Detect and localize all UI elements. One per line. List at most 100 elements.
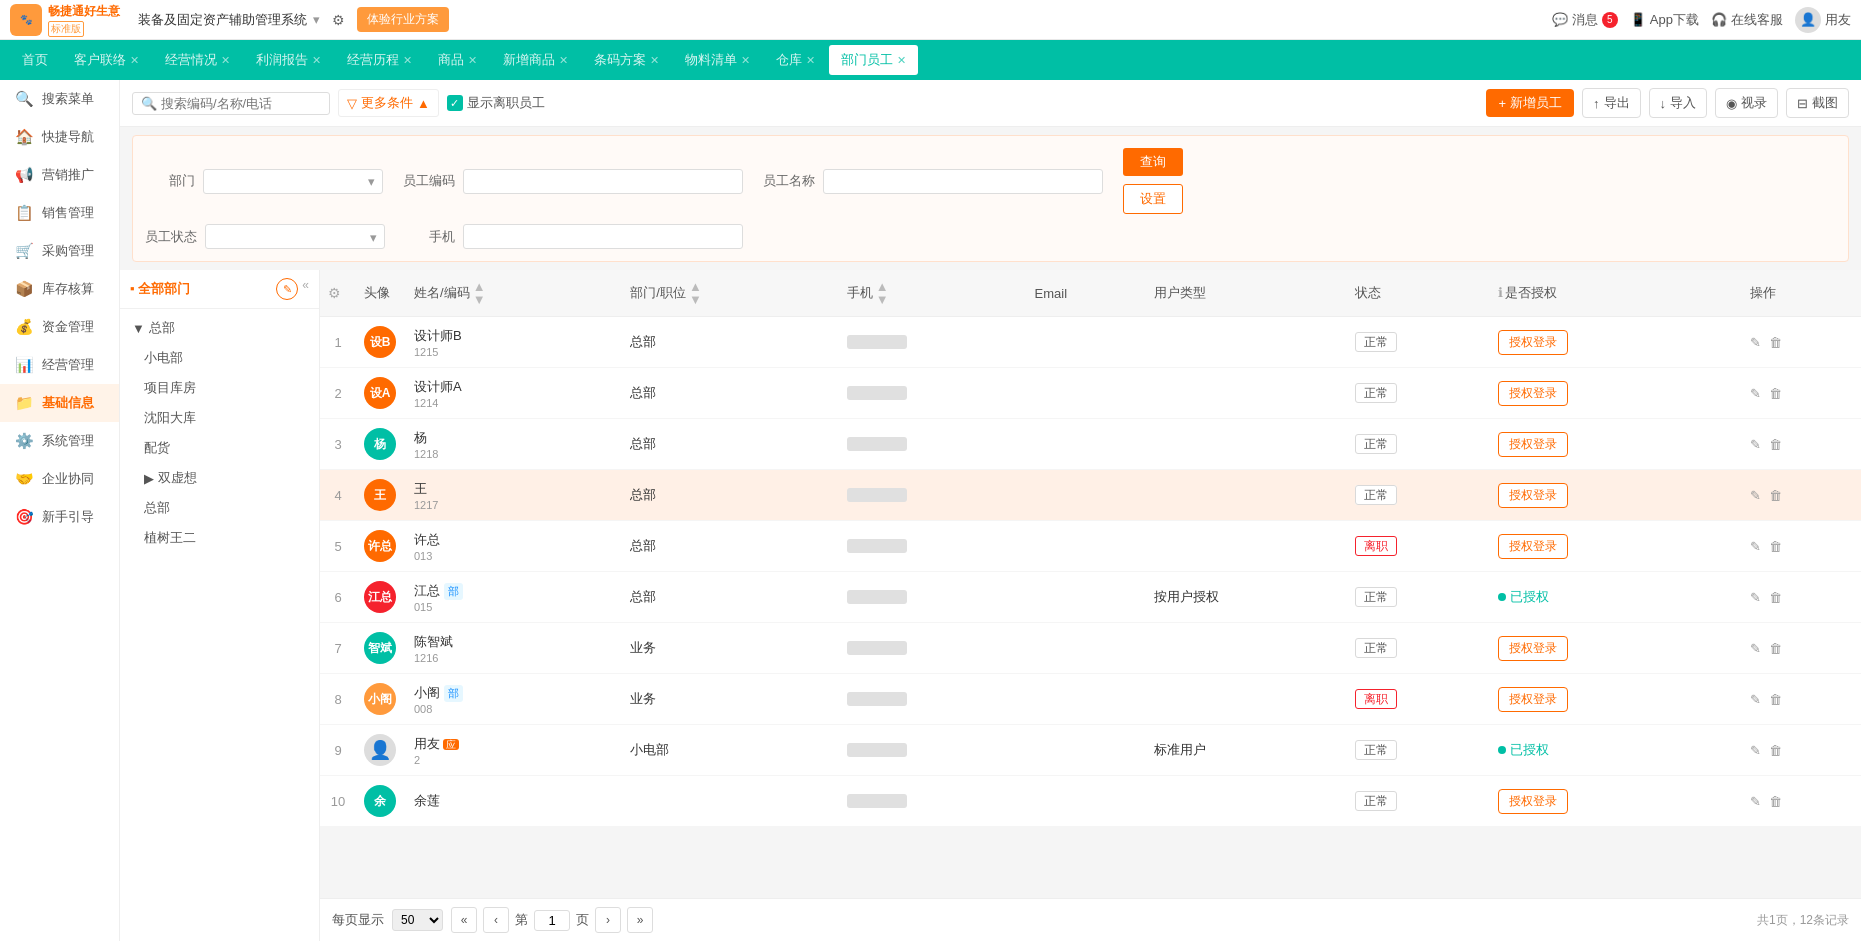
- sidebar-item-finance[interactable]: 💰 资金管理: [0, 308, 119, 346]
- close-goods-tab[interactable]: ✕: [468, 54, 477, 67]
- close-employees-tab[interactable]: ✕: [897, 54, 906, 67]
- sidebar-item-ops[interactable]: 📊 经营管理: [0, 346, 119, 384]
- page-input[interactable]: [534, 910, 570, 931]
- page-size-select[interactable]: 50 20 100: [392, 909, 443, 931]
- th-phone[interactable]: 手机▲▼: [839, 270, 1027, 317]
- delete-icon[interactable]: 🗑: [1769, 386, 1782, 401]
- close-add-goods-tab[interactable]: ✕: [559, 54, 568, 67]
- add-employee-button[interactable]: + 新增员工: [1486, 89, 1574, 117]
- close-profit-tab[interactable]: ✕: [312, 54, 321, 67]
- sidebar-item-base[interactable]: 📁 基础信息: [0, 384, 119, 422]
- delete-icon[interactable]: 🗑: [1769, 539, 1782, 554]
- emp-code-input[interactable]: [463, 169, 743, 194]
- edit-icon[interactable]: ✎: [1750, 335, 1761, 350]
- dept-node-headquarters[interactable]: ▼ 总部: [120, 313, 319, 343]
- close-customer-tab[interactable]: ✕: [130, 54, 139, 67]
- delete-icon[interactable]: 🗑: [1769, 335, 1782, 350]
- dept-node-small-electric[interactable]: 小电部: [120, 343, 319, 373]
- dept-node-dual[interactable]: ▶ 双虚想: [120, 463, 319, 493]
- tab-barcode[interactable]: 条码方案 ✕: [582, 45, 671, 75]
- next-page-btn[interactable]: ›: [595, 907, 621, 933]
- prev-page-btn[interactable]: ‹: [483, 907, 509, 933]
- edit-icon[interactable]: ✎: [1750, 743, 1761, 758]
- auth-login-button[interactable]: 授权登录: [1498, 432, 1568, 457]
- query-button[interactable]: 查询: [1123, 148, 1183, 176]
- tab-bom[interactable]: 物料清单 ✕: [673, 45, 762, 75]
- app-download-btn[interactable]: 📱 App下载: [1630, 11, 1699, 29]
- edit-icon[interactable]: ✎: [1750, 386, 1761, 401]
- close-bom-tab[interactable]: ✕: [741, 54, 750, 67]
- dept-node-hq[interactable]: 总部: [120, 493, 319, 523]
- sidebar-item-marketing[interactable]: 📢 营销推广: [0, 156, 119, 194]
- set-button[interactable]: 设置: [1123, 184, 1183, 214]
- th-name-code[interactable]: 姓名/编码▲▼: [406, 270, 622, 317]
- tab-customer[interactable]: 客户联络 ✕: [62, 45, 151, 75]
- close-barcode-tab[interactable]: ✕: [650, 54, 659, 67]
- th-dept-position[interactable]: 部门/职位▲▼: [622, 270, 838, 317]
- auth-login-button[interactable]: 授权登录: [1498, 687, 1568, 712]
- settings-icon[interactable]: ⚙: [328, 285, 341, 301]
- delete-icon[interactable]: 🗑: [1769, 488, 1782, 503]
- auth-login-button[interactable]: 授权登录: [1498, 330, 1568, 355]
- search-box[interactable]: 🔍: [132, 92, 330, 115]
- edit-icon[interactable]: ✎: [1750, 437, 1761, 452]
- tab-add-goods[interactable]: 新增商品 ✕: [491, 45, 580, 75]
- auth-login-button[interactable]: 授权登录: [1498, 636, 1568, 661]
- show-resigned-checkbox[interactable]: ✓ 显示离职员工: [447, 94, 545, 112]
- delete-icon[interactable]: 🗑: [1769, 692, 1782, 707]
- export-button[interactable]: ↑ 导出: [1582, 88, 1641, 118]
- delete-icon[interactable]: 🗑: [1769, 794, 1782, 809]
- edit-icon[interactable]: ✎: [1750, 692, 1761, 707]
- last-page-btn[interactable]: »: [627, 907, 653, 933]
- dept-node-delivery[interactable]: 配货: [120, 433, 319, 463]
- sidebar-item-nav[interactable]: 🏠 快捷导航: [0, 118, 119, 156]
- dept-node-shenyang[interactable]: 沈阳大库: [120, 403, 319, 433]
- auth-login-button[interactable]: 授权登录: [1498, 789, 1568, 814]
- edit-icon[interactable]: ✎: [1750, 794, 1761, 809]
- delete-icon[interactable]: 🗑: [1769, 743, 1782, 758]
- emp-status-select[interactable]: [205, 224, 385, 249]
- tab-home[interactable]: 首页: [10, 45, 60, 75]
- experience-button[interactable]: 体验行业方案: [357, 7, 449, 32]
- edit-icon[interactable]: ✎: [1750, 488, 1761, 503]
- tab-profit[interactable]: 利润报告 ✕: [244, 45, 333, 75]
- dept-add-icon[interactable]: ✎: [276, 278, 298, 300]
- first-page-btn[interactable]: «: [451, 907, 477, 933]
- settings-icon[interactable]: ⚙: [326, 12, 351, 28]
- sidebar-item-sales[interactable]: 📋 销售管理: [0, 194, 119, 232]
- close-history-tab[interactable]: ✕: [403, 54, 412, 67]
- sidebar-item-purchase[interactable]: 🛒 采购管理: [0, 232, 119, 270]
- online-service-btn[interactable]: 🎧 在线客服: [1711, 11, 1783, 29]
- auth-login-button[interactable]: 授权登录: [1498, 483, 1568, 508]
- tab-goods[interactable]: 商品 ✕: [426, 45, 489, 75]
- tab-operation[interactable]: 经营情况 ✕: [153, 45, 242, 75]
- emp-name-input[interactable]: [823, 169, 1103, 194]
- screenshot-button[interactable]: ⊟ 截图: [1786, 88, 1849, 118]
- edit-icon[interactable]: ✎: [1750, 590, 1761, 605]
- close-operation-tab[interactable]: ✕: [221, 54, 230, 67]
- close-warehouse-tab[interactable]: ✕: [806, 54, 815, 67]
- auth-login-button[interactable]: 授权登录: [1498, 381, 1568, 406]
- phone-input[interactable]: [463, 224, 743, 249]
- message-btn[interactable]: 💬 消息 5: [1552, 11, 1618, 29]
- th-settings[interactable]: ⚙: [320, 270, 356, 317]
- all-dept-label[interactable]: ▪ 全部部门: [130, 280, 276, 298]
- sidebar-item-guide[interactable]: 🎯 新手引导: [0, 498, 119, 536]
- tab-warehouse[interactable]: 仓库 ✕: [764, 45, 827, 75]
- edit-icon[interactable]: ✎: [1750, 539, 1761, 554]
- more-filter-btn[interactable]: ▽ 更多条件 ▲: [338, 89, 439, 117]
- edit-icon[interactable]: ✎: [1750, 641, 1761, 656]
- dept-select[interactable]: [203, 169, 383, 194]
- tab-history[interactable]: 经营历程 ✕: [335, 45, 424, 75]
- dept-collapse-btn[interactable]: «: [302, 278, 309, 300]
- user-area[interactable]: 👤 用友: [1795, 7, 1851, 33]
- info-icon[interactable]: ℹ: [1498, 285, 1503, 300]
- sidebar-item-system[interactable]: ⚙️ 系统管理: [0, 422, 119, 460]
- import-button[interactable]: ↓ 导入: [1649, 88, 1708, 118]
- tab-employees[interactable]: 部门员工 ✕: [829, 45, 918, 75]
- sidebar-item-collab[interactable]: 🤝 企业协同: [0, 460, 119, 498]
- auth-login-button[interactable]: 授权登录: [1498, 534, 1568, 559]
- delete-icon[interactable]: 🗑: [1769, 437, 1782, 452]
- dept-node-zhishu[interactable]: 植树王二: [120, 523, 319, 553]
- delete-icon[interactable]: 🗑: [1769, 641, 1782, 656]
